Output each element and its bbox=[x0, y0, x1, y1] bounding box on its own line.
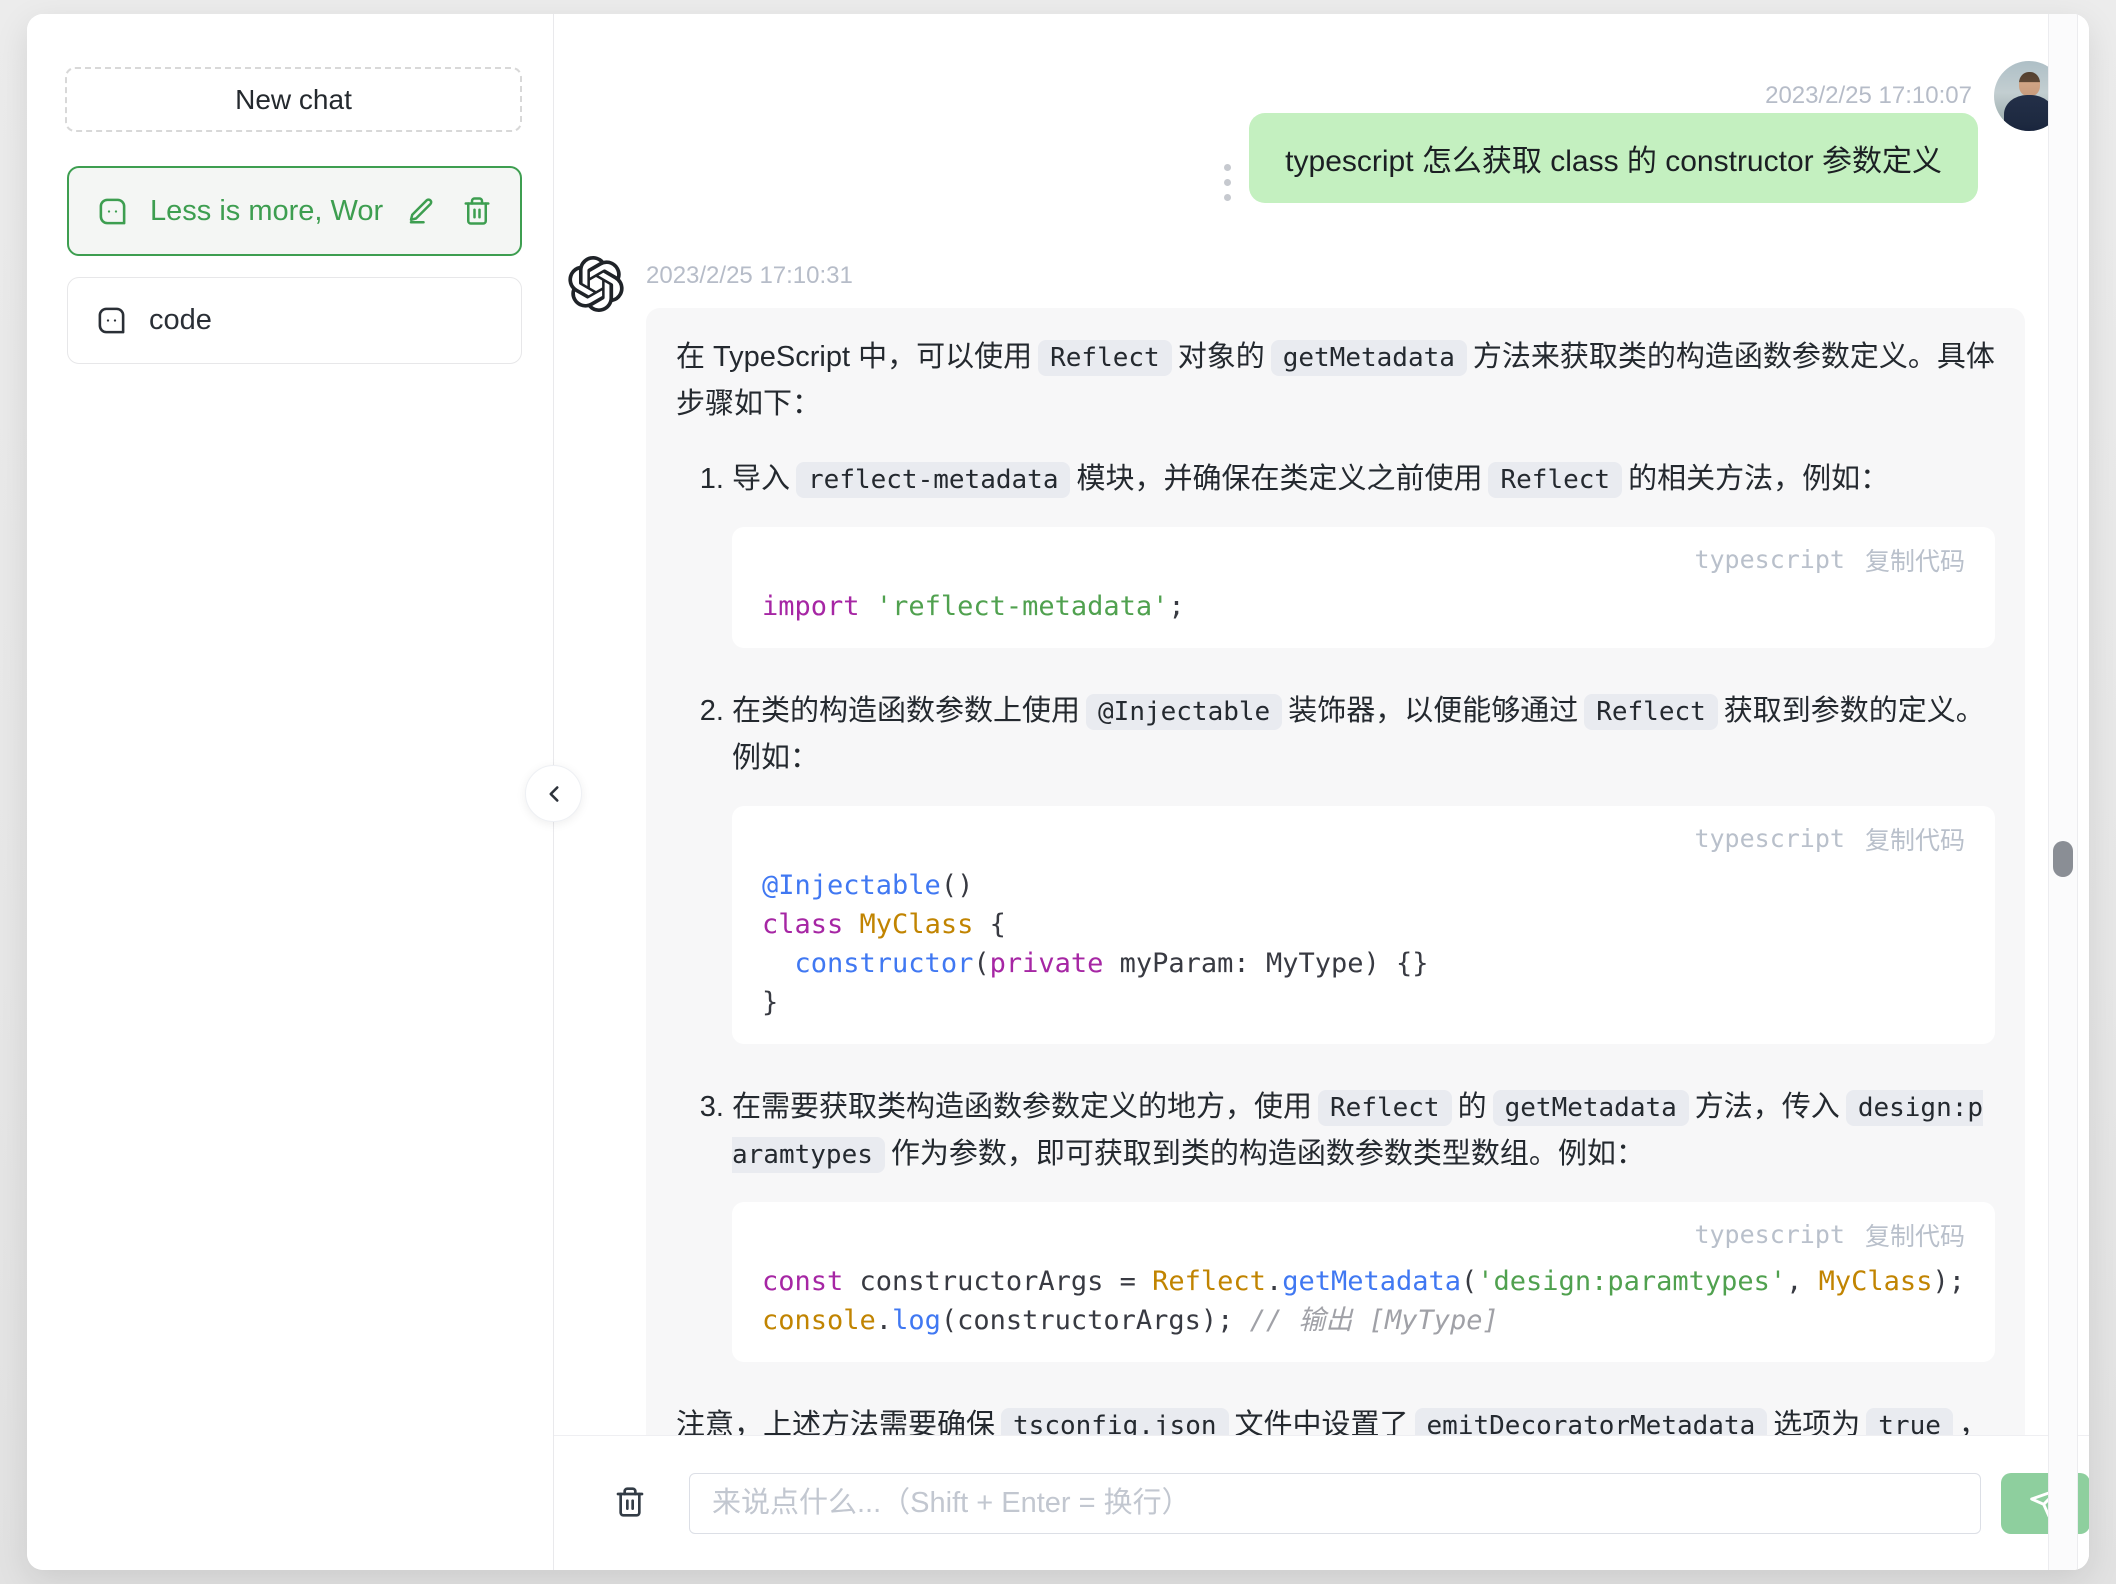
code-language-label: typescript bbox=[1694, 819, 1845, 860]
inline-code: Reflect bbox=[1488, 462, 1622, 498]
assistant-message-row: 2023/2/25 17:10:31 在 TypeScript 中，可以使用Re… bbox=[568, 256, 2064, 1435]
edit-icon[interactable] bbox=[406, 196, 436, 226]
code-block: typescript 复制代码 import 'reflect-metadata'; bbox=[732, 527, 1995, 648]
assistant-list-item: 在需要获取类构造函数参数定义的地方，使用Reflect的getMetadata方… bbox=[732, 1084, 1995, 1362]
scrollbar-track[interactable] bbox=[2048, 14, 2078, 1570]
message-more-icon[interactable] bbox=[1224, 164, 1231, 209]
user-message-row: typescript 怎么获取 class 的 constructor 参数定义 bbox=[568, 113, 1978, 203]
scrollbar-thumb[interactable] bbox=[2053, 841, 2073, 877]
message-list: 2023/2/25 17:10:07 typescript 怎么获取 class… bbox=[554, 14, 2089, 1435]
inline-code: true bbox=[1866, 1408, 1953, 1435]
copy-code-button[interactable]: 复制代码 bbox=[1865, 1217, 1965, 1253]
clear-chat-button[interactable] bbox=[613, 1486, 647, 1520]
trash-icon bbox=[614, 1486, 646, 1518]
inline-code: Reflect bbox=[1318, 1090, 1452, 1126]
code-language-label: typescript bbox=[1694, 540, 1845, 581]
inline-code: @Injectable bbox=[1086, 694, 1282, 730]
code-language-label: typescript bbox=[1694, 1215, 1845, 1256]
inline-code: Reflect bbox=[1584, 694, 1718, 730]
chat-main: 2023/2/25 17:10:07 typescript 怎么获取 class… bbox=[554, 14, 2089, 1570]
inline-code: getMetadata bbox=[1271, 340, 1467, 376]
assistant-message-col: 2023/2/25 17:10:31 在 TypeScript 中，可以使用Re… bbox=[646, 256, 2064, 1435]
new-chat-button[interactable]: New chat bbox=[65, 67, 522, 132]
chat-icon bbox=[97, 196, 128, 227]
assistant-message-bubble: 在 TypeScript 中，可以使用Reflect对象的getMetadata… bbox=[646, 308, 2025, 1435]
copy-code-button[interactable]: 复制代码 bbox=[1865, 821, 1965, 857]
chat-title: Less is more, Wor... bbox=[150, 195, 384, 228]
code-block: typescript 复制代码 @Injectable() class MyClas… bbox=[732, 806, 1995, 1044]
copy-code-button[interactable]: 复制代码 bbox=[1865, 542, 1965, 578]
assistant-list-item: 在类的构造函数参数上使用@Injectable装饰器，以便能够通过Reflect… bbox=[732, 688, 1995, 1044]
code-block: typescript 复制代码 const constructorArgs = Re… bbox=[732, 1202, 1995, 1362]
assistant-list-item: 导入reflect-metadata模块，并确保在类定义之前使用Reflect的… bbox=[732, 456, 1995, 648]
code-content: @Injectable() class MyClass { constructo… bbox=[762, 866, 1965, 1022]
app-window: New chat Less is more, Wor... bbox=[27, 14, 2089, 1570]
assistant-paragraph: 在 TypeScript 中，可以使用Reflect对象的getMetadata… bbox=[676, 334, 1995, 428]
sidebar-collapse-button[interactable] bbox=[525, 765, 582, 822]
code-content: import 'reflect-metadata'; bbox=[762, 587, 1965, 626]
inline-code: emitDecoratorMetadata bbox=[1415, 1408, 1768, 1435]
sidebar-item-chat-2[interactable]: code bbox=[67, 277, 522, 364]
sidebar-footer: Redon Less is more bbox=[27, 1440, 553, 1570]
user-message-timestamp: 2023/2/25 17:10:07 bbox=[1765, 82, 1972, 110]
assistant-message-timestamp: 2023/2/25 17:10:31 bbox=[646, 262, 2064, 290]
user-message-bubble: typescript 怎么获取 class 的 constructor 参数定义 bbox=[1249, 113, 1978, 203]
assistant-paragraph: 注意，上述方法需要确保tsconfig.json文件中设置了emitDecora… bbox=[676, 1402, 1995, 1435]
sidebar: New chat Less is more, Wor... bbox=[27, 14, 554, 1570]
inline-code: reflect-metadata bbox=[796, 462, 1070, 498]
delete-icon[interactable] bbox=[462, 196, 492, 226]
sidebar-item-chat-1[interactable]: Less is more, Wor... bbox=[67, 166, 522, 256]
inline-code: tsconfig.json bbox=[1001, 1408, 1229, 1435]
message-input[interactable] bbox=[689, 1473, 1981, 1534]
code-content: const constructorArgs = Reflect.getMetad… bbox=[762, 1262, 1965, 1340]
composer bbox=[554, 1435, 2089, 1570]
assistant-ordered-list: 导入reflect-metadata模块，并确保在类定义之前使用Reflect的… bbox=[676, 456, 1995, 1362]
chat-title: code bbox=[149, 304, 493, 337]
inline-code: Reflect bbox=[1038, 340, 1172, 376]
chat-icon bbox=[96, 305, 127, 336]
chevron-left-icon bbox=[541, 781, 567, 807]
openai-logo-icon bbox=[568, 256, 624, 312]
inline-code: getMetadata bbox=[1493, 1090, 1689, 1126]
